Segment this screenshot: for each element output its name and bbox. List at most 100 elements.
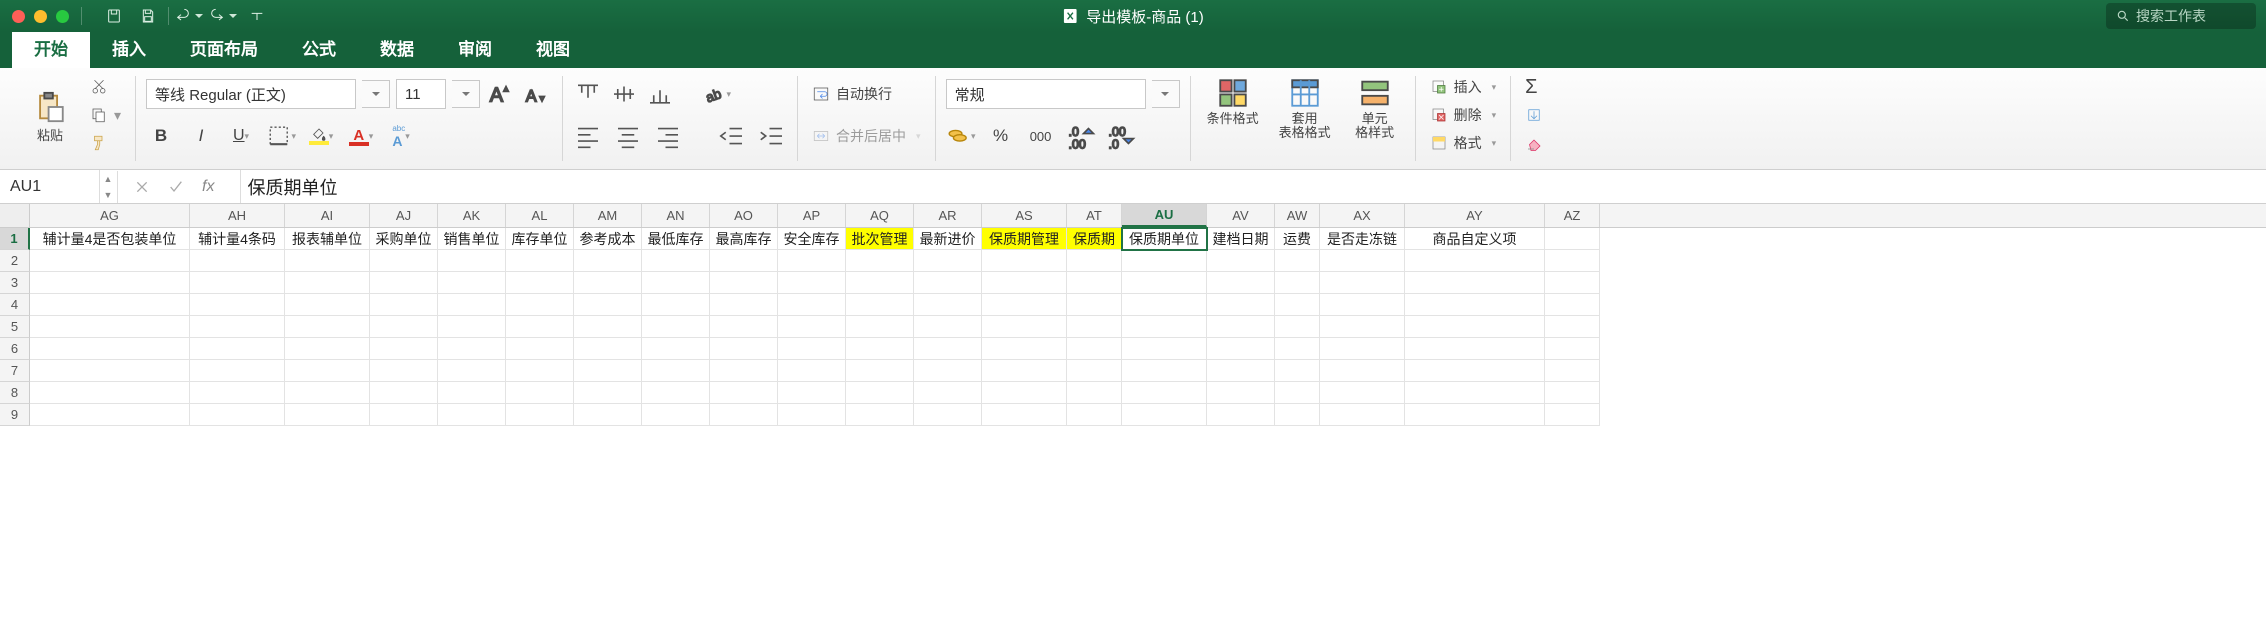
minimize-window-button[interactable] [34,10,47,23]
increase-font-button[interactable]: A▴ [486,80,516,108]
phonetic-button[interactable]: abcA▾ [386,122,416,150]
save-icon[interactable] [134,4,162,28]
fx-icon[interactable]: fx [202,178,214,196]
align-left-button[interactable] [573,122,603,150]
cell[interactable] [1320,382,1405,404]
cell[interactable] [574,294,642,316]
column-header-AS[interactable]: AS [982,204,1067,227]
cell[interactable] [1207,338,1275,360]
cell[interactable] [642,338,710,360]
comma-button[interactable]: 000 [1026,122,1056,150]
cell[interactable] [438,250,506,272]
insert-cells-button[interactable]: 插入▾ [1426,74,1501,100]
cell[interactable]: 最新进价 [914,228,982,250]
cell[interactable] [190,338,285,360]
cell[interactable] [1207,316,1275,338]
orientation-button[interactable]: ab▾ [701,80,731,108]
cell[interactable] [506,316,574,338]
cell[interactable] [778,316,846,338]
cell[interactable] [1275,250,1320,272]
cell[interactable]: 销售单位 [438,228,506,250]
cell[interactable] [370,294,438,316]
cell[interactable] [1320,338,1405,360]
row-header-4[interactable]: 4 [0,294,30,316]
cell[interactable] [1405,404,1545,426]
cell[interactable] [982,294,1067,316]
cell[interactable] [1122,404,1207,426]
cell[interactable] [982,404,1067,426]
column-header-AV[interactable]: AV [1207,204,1275,227]
cell[interactable] [642,250,710,272]
cell[interactable] [914,382,982,404]
font-name-dropdown[interactable] [362,80,390,108]
cell[interactable] [710,250,778,272]
cell[interactable] [1545,360,1600,382]
cell[interactable] [1067,382,1122,404]
maximize-window-button[interactable] [56,10,69,23]
autosave-icon[interactable] [100,4,128,28]
cell[interactable] [285,316,370,338]
row-header-7[interactable]: 7 [0,360,30,382]
cell[interactable]: 辅计量4条码 [190,228,285,250]
cell[interactable] [1405,272,1545,294]
format-table-button[interactable]: 套用 表格格式 [1273,74,1337,143]
cell[interactable] [30,272,190,294]
cell[interactable] [574,404,642,426]
cell[interactable] [982,316,1067,338]
cell[interactable] [1067,316,1122,338]
cell[interactable] [1275,316,1320,338]
cell[interactable] [1207,272,1275,294]
redo-button[interactable] [209,4,237,28]
cell[interactable] [506,404,574,426]
cell[interactable] [1122,294,1207,316]
cell[interactable]: 安全库存 [778,228,846,250]
cell[interactable] [914,360,982,382]
border-button[interactable]: ▾ [266,122,296,150]
formula-input[interactable]: 保质期单位 [240,170,2266,203]
row-header-1[interactable]: 1 [0,228,30,250]
cell[interactable] [574,250,642,272]
cell[interactable] [846,360,914,382]
cell-styles-button[interactable]: 单元 格样式 [1345,74,1405,143]
cell[interactable] [1405,382,1545,404]
cell[interactable] [190,294,285,316]
cell[interactable] [30,250,190,272]
cell[interactable] [370,382,438,404]
cell[interactable]: 商品自定义项 [1405,228,1545,250]
cell[interactable] [1275,272,1320,294]
cell[interactable] [846,316,914,338]
cell[interactable] [190,272,285,294]
number-format-combo[interactable]: 常规 [946,79,1146,109]
cell[interactable] [285,294,370,316]
cell[interactable] [778,360,846,382]
column-header-AI[interactable]: AI [285,204,370,227]
font-name-combo[interactable]: 等线 Regular (正文) [146,79,356,109]
name-box-stepper[interactable]: ▲▼ [99,171,118,203]
cell[interactable] [710,382,778,404]
cell[interactable]: 保质期管理 [982,228,1067,250]
row-header-9[interactable]: 9 [0,404,30,426]
cell[interactable] [285,404,370,426]
qat-customize-icon[interactable] [243,4,271,28]
cell[interactable] [914,404,982,426]
bold-button[interactable]: B [146,122,176,150]
italic-button[interactable]: I [186,122,216,150]
cell[interactable] [370,338,438,360]
cell[interactable]: 批次管理 [846,228,914,250]
cell[interactable] [846,338,914,360]
cell[interactable] [285,360,370,382]
cell[interactable] [846,272,914,294]
underline-button[interactable]: U▾ [226,122,256,150]
cell[interactable] [190,360,285,382]
font-size-dropdown[interactable] [452,80,480,108]
cell[interactable] [778,338,846,360]
tab-insert[interactable]: 插入 [90,26,168,68]
cell[interactable] [190,404,285,426]
cell[interactable] [1067,250,1122,272]
name-box[interactable]: AU1 [0,170,100,203]
cell[interactable] [914,316,982,338]
cell[interactable] [778,250,846,272]
fill-color-button[interactable]: ▾ [306,122,336,150]
cell[interactable] [1545,228,1600,250]
column-header-AN[interactable]: AN [642,204,710,227]
